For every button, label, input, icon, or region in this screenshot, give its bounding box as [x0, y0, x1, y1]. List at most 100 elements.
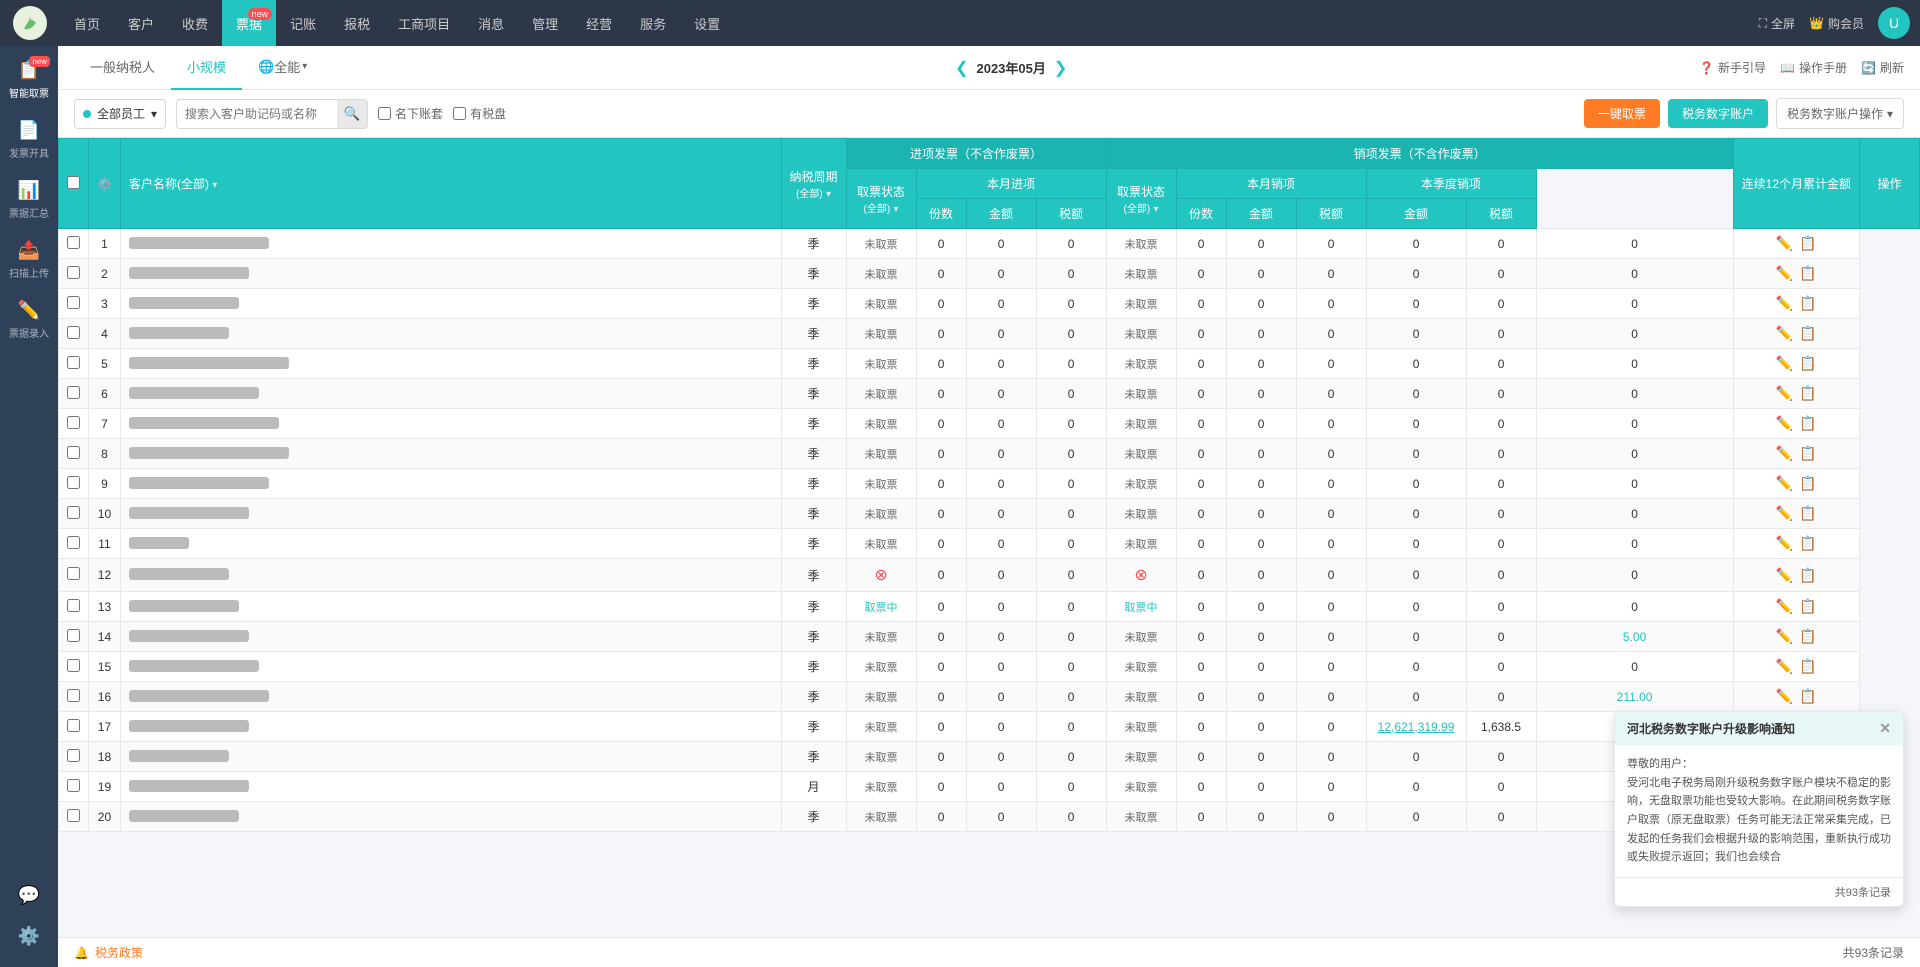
nav-item-service[interactable]: 服务: [626, 0, 680, 46]
edit-icon[interactable]: ✏️: [1776, 325, 1793, 342]
digital-account-ops-button[interactable]: 税务数字账户操作 ▾: [1776, 98, 1904, 129]
tax-policy-label[interactable]: 税务政策: [95, 944, 143, 961]
search-input[interactable]: [177, 107, 337, 121]
sidebar-item-invoice-entry[interactable]: ✏️ 票据录入: [0, 290, 58, 350]
nav-item-home[interactable]: 首页: [60, 0, 114, 46]
row-checkbox[interactable]: [67, 266, 80, 279]
col-name-header[interactable]: 客户名称(全部) ▾: [120, 139, 781, 229]
nav-item-manage[interactable]: 管理: [518, 0, 572, 46]
edit-icon[interactable]: ✏️: [1776, 628, 1793, 645]
edit-icon[interactable]: ✏️: [1776, 415, 1793, 432]
copy-icon[interactable]: 📋: [1799, 325, 1816, 342]
copy-icon[interactable]: 📋: [1799, 475, 1816, 492]
copy-icon[interactable]: 📋: [1799, 415, 1816, 432]
edit-icon[interactable]: ✏️: [1776, 688, 1793, 705]
row-checkbox[interactable]: [67, 296, 80, 309]
copy-icon[interactable]: 📋: [1799, 658, 1816, 675]
tax-disk-checkbox[interactable]: [453, 107, 466, 120]
tab-all[interactable]: 🌐 全能 ▾: [242, 46, 323, 90]
row-checkbox[interactable]: [67, 659, 80, 672]
col-input-status-header[interactable]: 取票状态(全部) ▾: [846, 169, 916, 229]
row-checkbox[interactable]: [67, 629, 80, 642]
edit-icon[interactable]: ✏️: [1776, 475, 1793, 492]
one-click-invoice-button[interactable]: 一键取票: [1584, 99, 1660, 128]
row-checkbox[interactable]: [67, 386, 80, 399]
sidebar-item-invoice-summary[interactable]: 📊 票据汇总: [0, 170, 58, 230]
nav-item-message[interactable]: 消息: [464, 0, 518, 46]
fullscreen-button[interactable]: ⛶ 全屏: [1759, 15, 1795, 32]
sidebar-item-message[interactable]: 💬: [0, 875, 58, 916]
date-prev-button[interactable]: ❮: [955, 58, 968, 78]
tab-small-scale[interactable]: 小规模: [171, 46, 242, 90]
edit-icon[interactable]: ✏️: [1776, 445, 1793, 462]
edit-icon[interactable]: ✏️: [1776, 295, 1793, 312]
row-checkbox[interactable]: [67, 599, 80, 612]
edit-icon[interactable]: ✏️: [1776, 598, 1793, 615]
tab-general-taxpayer[interactable]: 一般纳税人: [74, 46, 171, 90]
sub-account-checkbox[interactable]: [378, 107, 391, 120]
nav-item-charge[interactable]: 收费: [168, 0, 222, 46]
member-button[interactable]: 👑 购会员: [1809, 15, 1864, 32]
user-avatar[interactable]: U: [1878, 7, 1910, 39]
row-checkbox[interactable]: [67, 356, 80, 369]
row-checkbox[interactable]: [67, 719, 80, 732]
row-checkbox[interactable]: [67, 236, 80, 249]
search-button[interactable]: 🔍: [337, 99, 367, 129]
sidebar-item-smart-invoice[interactable]: 📋 智能取票 new: [0, 50, 58, 110]
nav-item-operation[interactable]: 经营: [572, 0, 626, 46]
tax-disk-checkbox-label[interactable]: 有税盘: [453, 105, 506, 122]
group-output-header: 销项发票（不含作废票）: [1106, 139, 1733, 169]
select-all-checkbox[interactable]: [67, 176, 80, 189]
nav-item-invoice[interactable]: 票据 new: [222, 0, 276, 46]
copy-icon[interactable]: 📋: [1799, 385, 1816, 402]
copy-icon[interactable]: 📋: [1799, 598, 1816, 615]
sidebar-item-config[interactable]: ⚙️: [0, 916, 58, 957]
copy-icon[interactable]: 📋: [1799, 688, 1816, 705]
sidebar-item-invoice-open[interactable]: 📄 发票开具: [0, 110, 58, 170]
copy-icon[interactable]: 📋: [1799, 295, 1816, 312]
edit-icon[interactable]: ✏️: [1776, 265, 1793, 282]
copy-icon[interactable]: 📋: [1799, 355, 1816, 372]
nav-item-accounting[interactable]: 记账: [276, 0, 330, 46]
edit-icon[interactable]: ✏️: [1776, 505, 1793, 522]
copy-icon[interactable]: 📋: [1799, 445, 1816, 462]
employee-filter[interactable]: 全部员工 ▾: [74, 99, 166, 129]
col-tax-period-header[interactable]: 纳税周期 (全部) ▾: [781, 139, 846, 229]
row-checkbox[interactable]: [67, 536, 80, 549]
nav-item-client[interactable]: 客户: [114, 0, 168, 46]
row-checkbox[interactable]: [67, 689, 80, 702]
row-checkbox[interactable]: [67, 326, 80, 339]
row-checkbox[interactable]: [67, 446, 80, 459]
copy-icon[interactable]: 📋: [1799, 628, 1816, 645]
sidebar-item-scan-upload[interactable]: 📤 扫描上传: [0, 230, 58, 290]
row-checkbox[interactable]: [67, 476, 80, 489]
nav-item-tax[interactable]: 报税: [330, 0, 384, 46]
nav-item-bizproject[interactable]: 工商项目: [384, 0, 464, 46]
row-checkbox[interactable]: [67, 416, 80, 429]
edit-icon[interactable]: ✏️: [1776, 385, 1793, 402]
popup-close-button[interactable]: ✕: [1879, 720, 1891, 737]
edit-icon[interactable]: ✏️: [1776, 658, 1793, 675]
row-checkbox[interactable]: [67, 809, 80, 822]
row-checkbox[interactable]: [67, 506, 80, 519]
copy-icon[interactable]: 📋: [1799, 265, 1816, 282]
row-checkbox[interactable]: [67, 567, 80, 580]
manual-button[interactable]: 📖 操作手册: [1780, 59, 1847, 76]
refresh-button[interactable]: 🔄 刷新: [1861, 59, 1904, 76]
sub-account-checkbox-label[interactable]: 名下账套: [378, 105, 443, 122]
copy-icon[interactable]: 📋: [1799, 535, 1816, 552]
copy-icon[interactable]: 📋: [1799, 235, 1816, 252]
new-guide-button[interactable]: ❓ 新手引导: [1699, 59, 1766, 76]
digital-account-button[interactable]: 税务数字账户: [1668, 99, 1768, 128]
edit-icon[interactable]: ✏️: [1776, 355, 1793, 372]
copy-icon[interactable]: 📋: [1799, 505, 1816, 522]
col-output-status-header[interactable]: 取票状态(全部) ▾: [1106, 169, 1176, 229]
row-checkbox[interactable]: [67, 779, 80, 792]
nav-item-settings[interactable]: 设置: [680, 0, 734, 46]
edit-icon[interactable]: ✏️: [1776, 535, 1793, 552]
row-checkbox[interactable]: [67, 749, 80, 762]
copy-icon[interactable]: 📋: [1799, 567, 1816, 584]
edit-icon[interactable]: ✏️: [1776, 235, 1793, 252]
edit-icon[interactable]: ✏️: [1776, 567, 1793, 584]
date-next-button[interactable]: ❯: [1054, 58, 1067, 78]
